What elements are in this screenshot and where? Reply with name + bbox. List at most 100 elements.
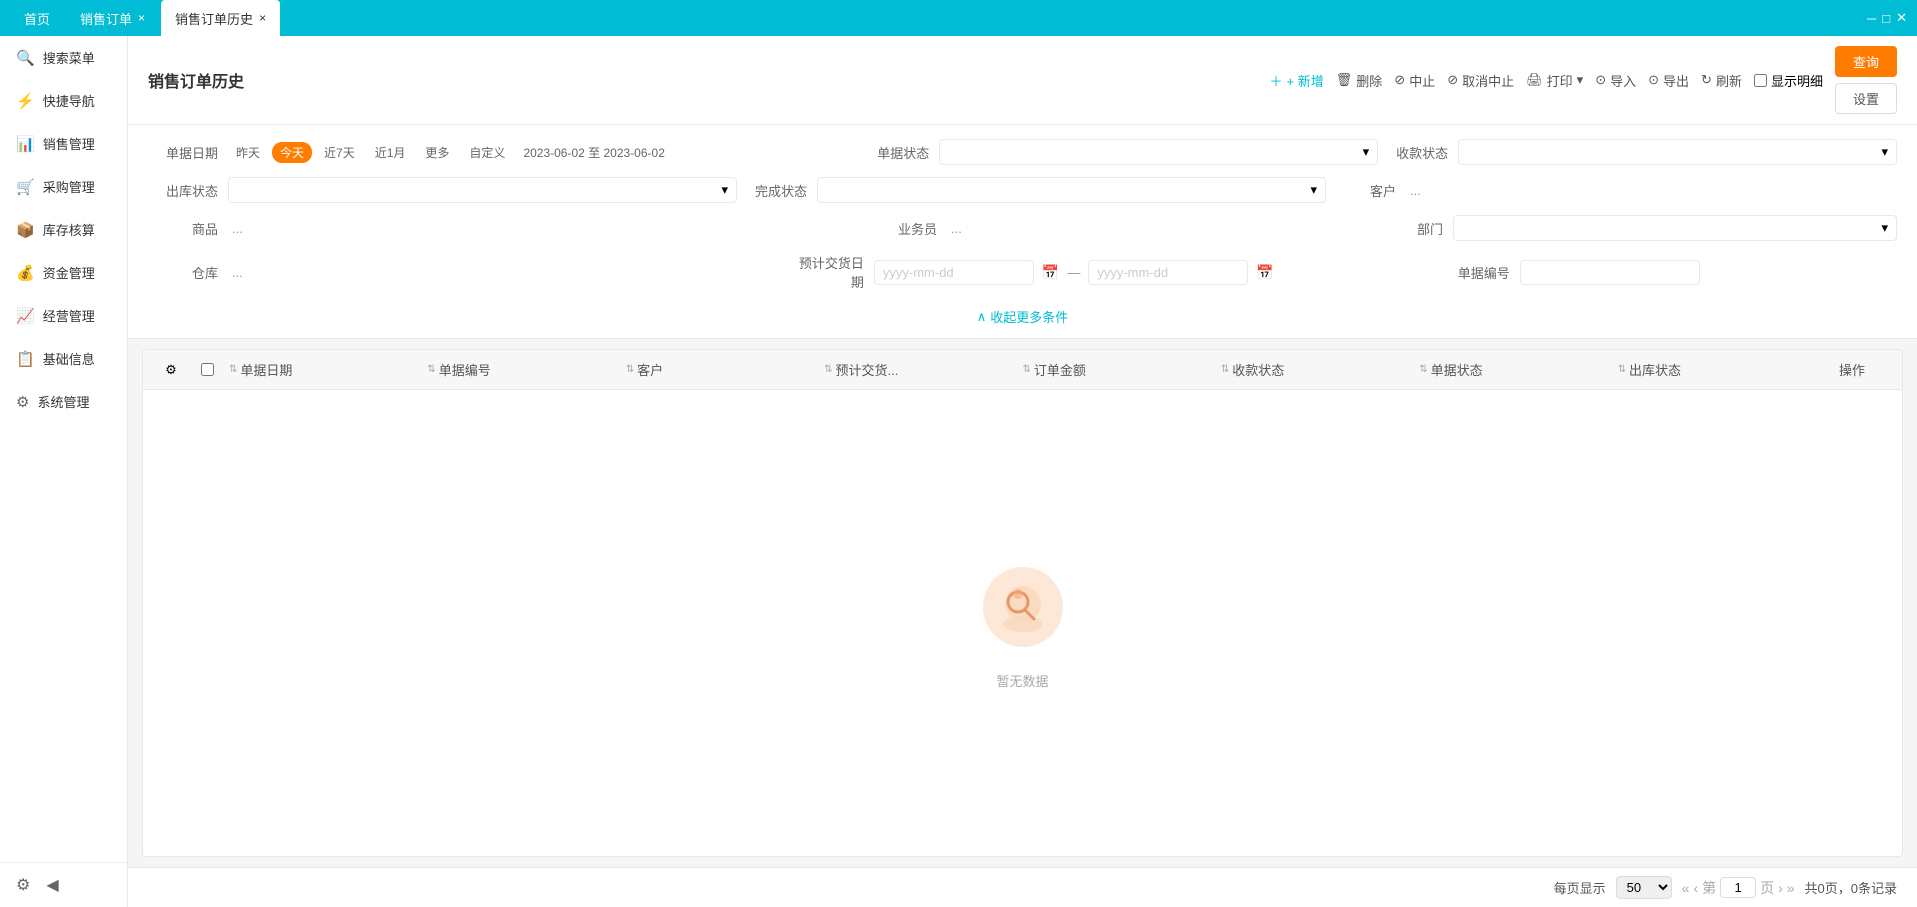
cancel-stop-button[interactable]: ⊘ 取消中止 [1447, 71, 1514, 90]
sidebar-item-system[interactable]: ⚙ 系统管理 [0, 380, 127, 423]
warehouse-dots[interactable]: ... [232, 265, 243, 280]
date-opt-yesterday[interactable]: 昨天 [228, 142, 268, 163]
tab-sales-history[interactable]: 销售订单历史 × [161, 0, 280, 36]
th-checkbox[interactable] [189, 363, 225, 376]
main-content: 销售订单历史 ＋ + 新增 🗑 删除 ⊘ 中止 ⊘ 取消中止 [128, 36, 1917, 907]
th-expected-date[interactable]: ⇅ 预计交货... [820, 360, 1018, 379]
empty-icon [973, 557, 1073, 657]
date-opt-more[interactable]: 更多 [417, 142, 457, 163]
sort-icon-outbound: ⇅ [1618, 364, 1626, 375]
sidebar-collapse-icon[interactable]: ◀ [46, 875, 58, 895]
refresh-icon: ↻ [1701, 72, 1712, 88]
expected-date-from[interactable] [874, 260, 1034, 285]
warehouse-filter: ... [228, 265, 794, 280]
page-size-select[interactable]: 50 10 20 100 [1616, 876, 1672, 899]
date-opt-today[interactable]: 今天 [272, 142, 312, 163]
new-button[interactable]: ＋ + 新增 [1270, 71, 1324, 90]
set-button[interactable]: 设置 [1835, 83, 1897, 114]
import-button[interactable]: ⊙ 导入 [1595, 71, 1636, 90]
delete-button[interactable]: 🗑 删除 [1336, 71, 1383, 90]
sidebar-item-quick-nav[interactable]: ⚡ 快捷导航 [0, 79, 127, 122]
collapse-bar[interactable]: ∧ 收起更多条件 [148, 303, 1897, 334]
collapse-label: 收起更多条件 [990, 307, 1068, 326]
product-label: 商品 [148, 219, 228, 238]
expected-date-filter: 📅 — 📅 [874, 260, 1440, 285]
select-all-checkbox[interactable] [201, 363, 214, 376]
th-customer[interactable]: ⇅ 客户 [622, 360, 820, 379]
sidebar-item-inventory[interactable]: 📦 库存核算 [0, 208, 127, 251]
empty-text: 暂无数据 [996, 671, 1048, 690]
th-number[interactable]: ⇅ 单据编号 [423, 360, 621, 379]
print-button[interactable]: 🖨 打印 ▾ [1526, 71, 1583, 90]
sidebar-item-operations[interactable]: 📈 经营管理 [0, 294, 127, 337]
delete-icon: 🗑 [1336, 72, 1353, 88]
sidebar-item-search[interactable]: 🔍 搜索菜单 [0, 36, 127, 79]
department-select[interactable]: ▾ [1453, 215, 1897, 241]
th-date[interactable]: ⇅ 单据日期 [225, 360, 423, 379]
expected-date-label: 预计交货日期 [794, 253, 874, 291]
export-icon: ⊙ [1648, 72, 1659, 88]
product-dots[interactable]: ... [232, 221, 243, 236]
export-button[interactable]: ⊙ 导出 [1648, 71, 1689, 90]
salesperson-dots[interactable]: ... [951, 221, 962, 236]
toolbar: ＋ + 新增 🗑 删除 ⊘ 中止 ⊘ 取消中止 🖨 打印 [1270, 46, 1897, 114]
sidebar-item-sales[interactable]: 📊 销售管理 [0, 122, 127, 165]
query-set-buttons: 查询 设置 [1835, 46, 1897, 114]
sidebar-item-capital[interactable]: 💰 资金管理 [0, 251, 127, 294]
first-page-btn[interactable]: « [1682, 880, 1690, 896]
sidebar-settings-icon[interactable]: ⚙ [16, 875, 30, 895]
warehouse-label: 仓库 [148, 263, 228, 282]
table-header: ⚙ ⇅ 单据日期 ⇅ 单据编号 ⇅ 客户 ⇅ 预计交货. [143, 350, 1902, 390]
complete-select[interactable]: ▾ [817, 177, 1326, 203]
page-number-input[interactable] [1720, 877, 1756, 898]
close-sales-order-tab[interactable]: × [138, 11, 145, 25]
date-opt-custom[interactable]: 自定义 [461, 142, 513, 163]
tab-home[interactable]: 首页 [10, 0, 64, 36]
last-page-btn[interactable]: » [1787, 880, 1795, 896]
refresh-button[interactable]: ↻ 刷新 [1701, 71, 1742, 90]
page-header: 销售订单历史 ＋ + 新增 🗑 删除 ⊘ 中止 ⊘ 取消中止 [128, 36, 1917, 125]
filter-row-2: 出库状态 ▾ 完成状态 ▾ 客户 ... [148, 177, 1897, 203]
show-detail-checkbox[interactable] [1754, 74, 1767, 87]
purchase-mgmt-icon: 🛒 [16, 178, 35, 196]
order-status-select[interactable]: ▾ [939, 139, 1378, 165]
th-amount[interactable]: ⇅ 订单金额 [1019, 360, 1217, 379]
inventory-calc-icon: 📦 [16, 221, 35, 239]
date-opt-7days[interactable]: 近7天 [316, 142, 363, 163]
window-max-btn[interactable]: □ [1882, 11, 1890, 26]
filter-area: 单据日期 昨天 今天 近7天 近1月 更多 自定义 2023-06-02 至 2… [128, 125, 1917, 339]
prev-page-btn[interactable]: ‹ [1693, 880, 1698, 896]
tab-sales-order[interactable]: 销售订单 × [66, 0, 159, 36]
th-outbound-status[interactable]: ⇅ 出库状态 [1614, 360, 1812, 379]
order-status-label: 单据状态 [859, 143, 939, 162]
date-opt-1month[interactable]: 近1月 [367, 142, 414, 163]
th-payment-status[interactable]: ⇅ 收款状态 [1217, 360, 1415, 379]
outbound-select[interactable]: ▾ [228, 177, 737, 203]
sidebar-item-purchase[interactable]: 🛒 采购管理 [0, 165, 127, 208]
payment-status-select[interactable]: ▾ [1458, 139, 1897, 165]
sidebar-item-basic-info[interactable]: 📋 基础信息 [0, 337, 127, 380]
sort-icon-expected: ⇅ [824, 364, 832, 375]
query-button[interactable]: 查询 [1835, 46, 1897, 77]
cal-icon-from[interactable]: 📅 [1042, 264, 1059, 281]
department-dropdown-icon: ▾ [1881, 220, 1888, 236]
sort-icon-amount: ⇅ [1023, 364, 1031, 375]
customer-dots[interactable]: ... [1410, 183, 1421, 198]
order-number-input[interactable] [1520, 260, 1700, 285]
salesperson-label: 业务员 [867, 219, 947, 238]
th-settings[interactable]: ⚙ [153, 362, 189, 378]
close-sales-history-tab[interactable]: × [259, 11, 266, 25]
stop-button[interactable]: ⊘ 中止 [1394, 71, 1435, 90]
th-order-status[interactable]: ⇅ 单据状态 [1415, 360, 1613, 379]
next-page-btn[interactable]: › [1778, 880, 1783, 896]
window-min-btn[interactable]: ─ [1867, 11, 1876, 26]
window-close-btn[interactable]: ✕ [1896, 10, 1907, 26]
new-icon: ＋ [1270, 71, 1283, 90]
expected-date-to[interactable] [1088, 260, 1248, 285]
cal-icon-to[interactable]: 📅 [1256, 264, 1273, 281]
table-body: 暂无数据 [143, 390, 1902, 856]
date-label: 单据日期 [148, 143, 228, 162]
filter-row-3: 商品 ... 业务员 ... 部门 ▾ [148, 215, 1897, 241]
customer-label: 客户 [1326, 181, 1406, 200]
outbound-dropdown-icon: ▾ [721, 182, 728, 198]
